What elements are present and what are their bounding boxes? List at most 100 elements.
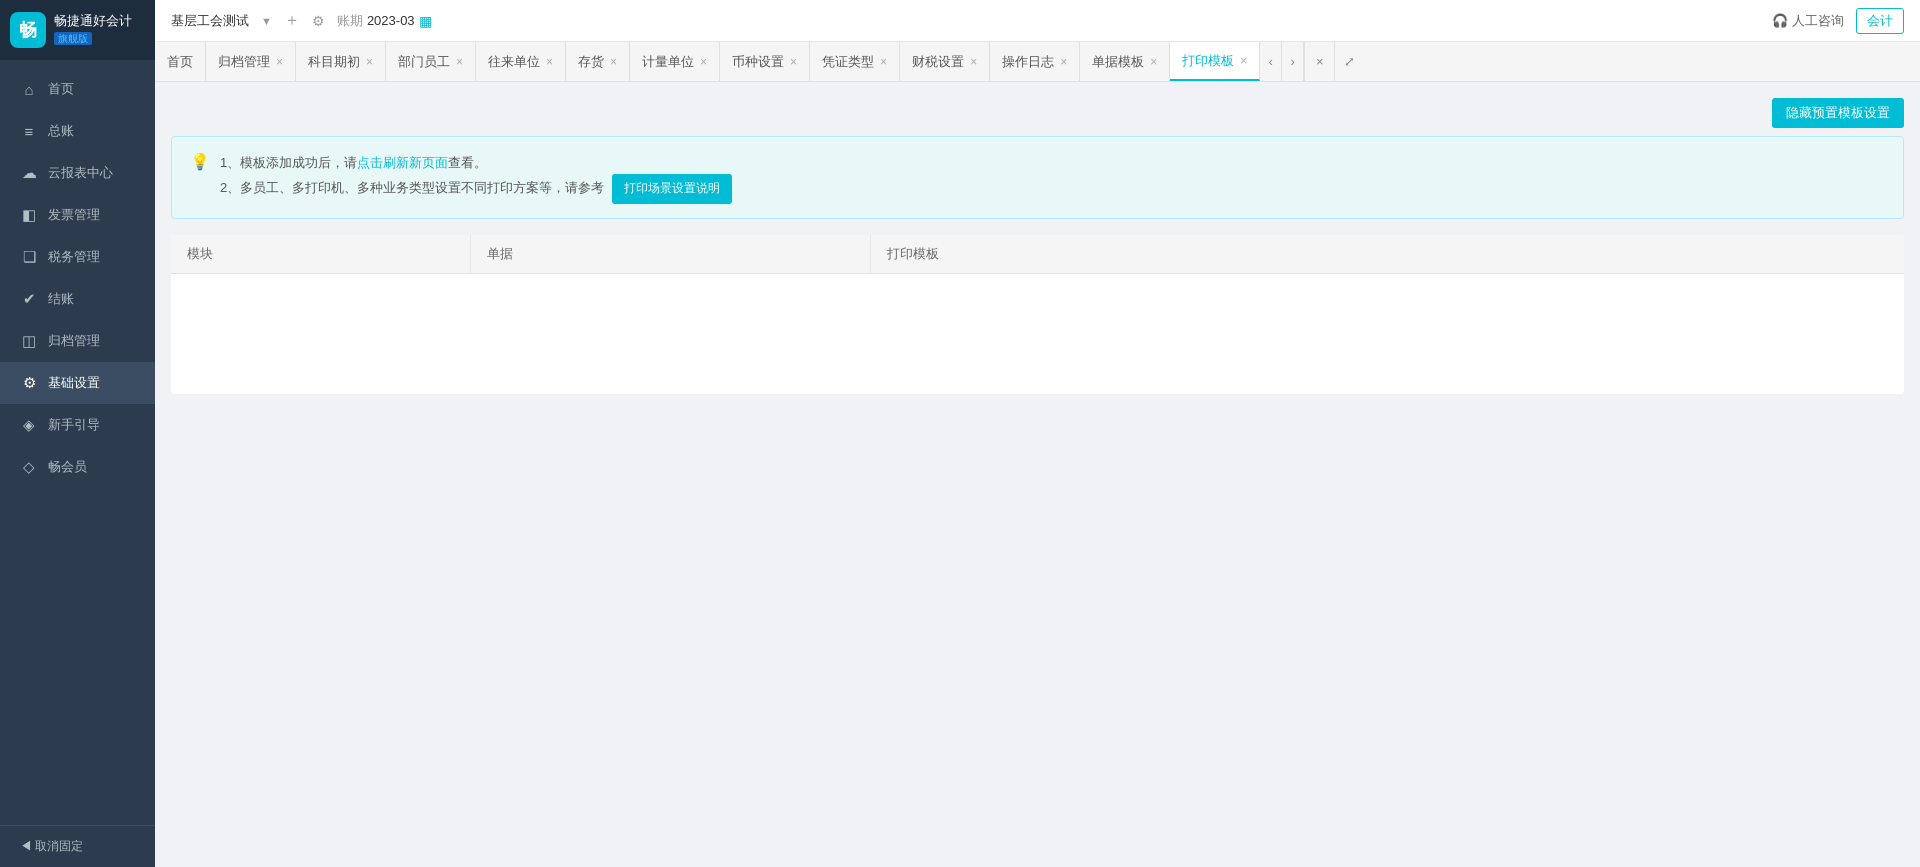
sidebar-item-archive[interactable]: ◫ 归档管理 xyxy=(0,320,155,362)
tab-currency[interactable]: 币种设置 × xyxy=(720,42,810,81)
tab-close-icon[interactable]: × xyxy=(1060,55,1067,69)
invoice-icon: ◧ xyxy=(20,206,38,224)
sidebar-item-label: 首页 xyxy=(48,80,74,98)
page-content: 隐藏预置模板设置 💡 1、模板添加成功后，请点击刷新新页面查看。 2、多员工、多… xyxy=(155,82,1920,867)
add-company-icon[interactable]: ＋ xyxy=(284,10,300,31)
company-dropdown-icon[interactable]: ▼ xyxy=(261,15,272,27)
col-template: 打印模板 xyxy=(871,235,1904,273)
tab-close-icon[interactable]: × xyxy=(880,55,887,69)
tab-close-icon[interactable]: × xyxy=(366,55,373,69)
tab-close-icon[interactable]: × xyxy=(456,55,463,69)
logo-text: 畅捷通好会计 旗舰版 xyxy=(54,13,132,47)
sidebar-footer[interactable]: ◀ 取消固定 xyxy=(0,825,155,867)
sidebar-item-invoice[interactable]: ◧ 发票管理 xyxy=(0,194,155,236)
sidebar-item-tax[interactable]: ❑ 税务管理 xyxy=(0,236,155,278)
tab-next-btn[interactable]: › xyxy=(1282,42,1304,81)
gear-icon[interactable]: ⚙ xyxy=(312,13,325,29)
calendar-icon[interactable]: ▦ xyxy=(419,13,432,29)
tab-close-all-btn[interactable]: × xyxy=(1304,42,1334,81)
tab-close-icon[interactable]: × xyxy=(276,55,283,69)
tab-label: 归档管理 xyxy=(218,53,270,71)
sidebar-item-label: 新手引导 xyxy=(48,416,100,434)
tab-department[interactable]: 部门员工 × xyxy=(386,42,476,81)
home-icon: ⌂ xyxy=(20,81,38,98)
tab-print-template[interactable]: 打印模板 × xyxy=(1170,42,1260,81)
hide-preview-button[interactable]: 隐藏预置模板设置 xyxy=(1772,98,1904,128)
service-label: 人工咨询 xyxy=(1792,12,1844,30)
guide-icon: ◈ xyxy=(20,416,38,434)
tab-partner[interactable]: 往来单位 × xyxy=(476,42,566,81)
kuaiji-button[interactable]: 会计 xyxy=(1856,8,1904,34)
tab-close-icon[interactable]: × xyxy=(970,55,977,69)
table-body xyxy=(171,274,1904,394)
checkout-icon: ✔ xyxy=(20,290,38,308)
info-notice: 💡 1、模板添加成功后，请点击刷新新页面查看。 2、多员工、多打印机、多种业务类… xyxy=(171,136,1904,219)
settings-icon: ⚙ xyxy=(20,374,38,392)
tab-close-icon[interactable]: × xyxy=(790,55,797,69)
topbar: 基层工会测试 ▼ ＋ ⚙ 账期 2023-03 ▦ 🎧 人工咨询 会计 xyxy=(155,0,1920,42)
tab-label: 往来单位 xyxy=(488,53,540,71)
unpin-label: ◀ 取消固定 xyxy=(20,838,83,855)
tab-op-log[interactable]: 操作日志 × xyxy=(990,42,1080,81)
sidebar-item-settings[interactable]: ⚙ 基础设置 xyxy=(0,362,155,404)
tax-icon: ❑ xyxy=(20,248,38,266)
archive-icon: ◫ xyxy=(20,332,38,350)
sidebar-item-member[interactable]: ◇ 畅会员 xyxy=(0,446,155,488)
tab-bar: 首页 归档管理 × 科目期初 × 部门员工 × 往来单位 × 存货 × 计量单位… xyxy=(155,42,1920,82)
notice-point1-prefix: 1、模板添加成功后，请 xyxy=(220,155,357,170)
print-setting-btn[interactable]: 打印场景设置说明 xyxy=(612,174,732,204)
tab-label: 财税设置 xyxy=(912,53,964,71)
col-module: 模块 xyxy=(171,235,471,273)
tab-prev-btn[interactable]: ‹ xyxy=(1260,42,1282,81)
tab-single-template[interactable]: 单据模板 × xyxy=(1080,42,1170,81)
notice-text: 1、模板添加成功后，请点击刷新新页面查看。 2、多员工、多打印机、多种业务类型设… xyxy=(220,151,732,204)
notice-refresh-link[interactable]: 点击刷新新页面 xyxy=(357,155,448,170)
sidebar-nav: ⌂ 首页 ≡ 总账 ☁ 云报表中心 ◧ 发票管理 ❑ 税务管理 ✔ 结账 ◫ 归… xyxy=(0,60,155,825)
tab-label: 操作日志 xyxy=(1002,53,1054,71)
tab-close-icon[interactable]: × xyxy=(1240,54,1247,68)
sidebar-item-label: 基础设置 xyxy=(48,374,100,392)
tab-close-icon[interactable]: × xyxy=(610,55,617,69)
tab-label: 币种设置 xyxy=(732,53,784,71)
tab-close-icon[interactable]: × xyxy=(1150,55,1157,69)
bulb-icon: 💡 xyxy=(190,152,210,171)
service-button[interactable]: 🎧 人工咨询 xyxy=(1772,12,1844,30)
data-table: 模块 单据 打印模板 xyxy=(171,235,1904,394)
sidebar-item-label: 总账 xyxy=(48,122,74,140)
tab-home[interactable]: 首页 xyxy=(155,42,206,81)
sidebar-item-home[interactable]: ⌂ 首页 xyxy=(0,68,155,110)
sidebar-item-label: 归档管理 xyxy=(48,332,100,350)
headset-icon: 🎧 xyxy=(1772,13,1788,28)
sidebar-item-label: 税务管理 xyxy=(48,248,100,266)
sidebar-item-ledger[interactable]: ≡ 总账 xyxy=(0,110,155,152)
tab-voucher[interactable]: 凭证类型 × xyxy=(810,42,900,81)
tab-tax-settings[interactable]: 财税设置 × xyxy=(900,42,990,81)
topbar-right: 🎧 人工咨询 会计 xyxy=(1772,8,1904,34)
tab-label: 部门员工 xyxy=(398,53,450,71)
member-icon: ◇ xyxy=(20,458,38,476)
period-label: 账期 xyxy=(337,12,363,30)
sidebar-logo: 畅 畅捷通好会计 旗舰版 xyxy=(0,0,155,60)
sidebar-item-checkout[interactable]: ✔ 结账 xyxy=(0,278,155,320)
tab-inventory[interactable]: 存货 × xyxy=(566,42,630,81)
sidebar-item-label: 云报表中心 xyxy=(48,164,113,182)
notice-point1-suffix: 查看。 xyxy=(448,155,487,170)
tab-close-icon[interactable]: × xyxy=(700,55,707,69)
tab-close-icon[interactable]: × xyxy=(546,55,553,69)
tab-expand-btn[interactable]: ⤢ xyxy=(1334,42,1364,81)
company-name: 基层工会测试 xyxy=(171,12,249,30)
tab-label: 凭证类型 xyxy=(822,53,874,71)
sidebar-item-label: 畅会员 xyxy=(48,458,87,476)
sidebar-item-guide[interactable]: ◈ 新手引导 xyxy=(0,404,155,446)
sidebar-item-label: 发票管理 xyxy=(48,206,100,224)
tab-label: 首页 xyxy=(167,53,193,71)
cloud-icon: ☁ xyxy=(20,164,38,182)
tab-unit[interactable]: 计量单位 × xyxy=(630,42,720,81)
ledger-icon: ≡ xyxy=(20,123,38,140)
action-bar: 隐藏预置模板设置 xyxy=(171,98,1904,128)
tab-archive[interactable]: 归档管理 × xyxy=(206,42,296,81)
tab-subject[interactable]: 科目期初 × xyxy=(296,42,386,81)
tab-label: 存货 xyxy=(578,53,604,71)
sidebar-item-reports[interactable]: ☁ 云报表中心 xyxy=(0,152,155,194)
tab-label: 科目期初 xyxy=(308,53,360,71)
